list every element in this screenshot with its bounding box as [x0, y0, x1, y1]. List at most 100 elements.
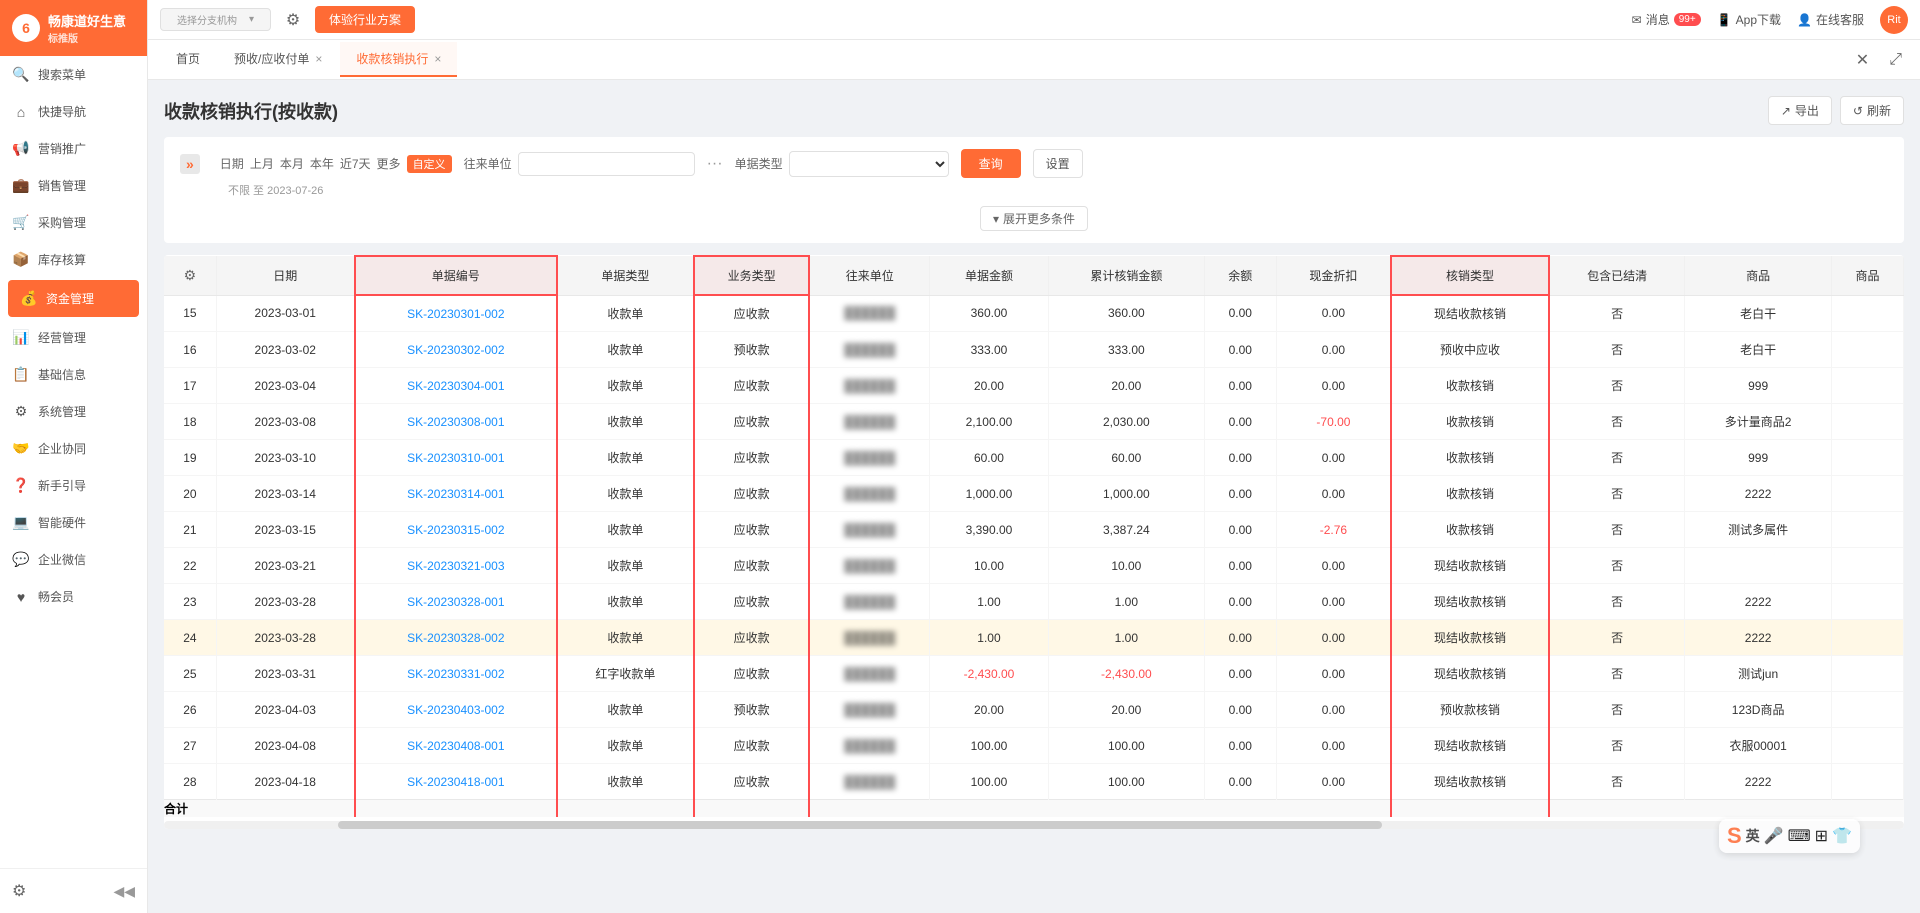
- app-download-btn[interactable]: 📱 App下载: [1717, 11, 1781, 28]
- user-avatar[interactable]: Rit: [1880, 6, 1908, 34]
- table-row[interactable]: 15 2023-03-01 SK-20230301-002 收款单 应收款 ██…: [164, 295, 1904, 332]
- cell-date: 2023-03-28: [216, 620, 354, 656]
- sidebar-label-sales: 销售管理: [38, 177, 86, 194]
- tab-writeoff[interactable]: 收款核销执行 ×: [340, 42, 457, 77]
- sidebar-item-finance[interactable]: 💰资金管理: [8, 280, 139, 317]
- table-row[interactable]: 18 2023-03-08 SK-20230308-001 收款单 应收款 ██…: [164, 404, 1904, 440]
- bill-no-link[interactable]: SK-20230328-002: [407, 631, 504, 645]
- filter-date-more[interactable]: 更多: [377, 155, 401, 172]
- tab-expand-icon[interactable]: ⤢: [1883, 49, 1908, 71]
- sidebar-item-system[interactable]: ⚙系统管理: [0, 393, 147, 430]
- expand-conditions-btn[interactable]: ▾ 展开更多条件: [980, 206, 1088, 231]
- sidebar-item-operations[interactable]: 📊经营管理: [0, 319, 147, 356]
- sidebar-item-purchase[interactable]: 🛒采购管理: [0, 204, 147, 241]
- tab-close-icon[interactable]: ✕: [1850, 48, 1875, 72]
- sidebar-item-search[interactable]: 🔍搜索菜单: [0, 56, 147, 93]
- sidebar-item-inventory[interactable]: 📦库存核算: [0, 241, 147, 278]
- filter-date-item: 日期 上月 本月 本年 近7天 更多 自定义: [220, 155, 452, 173]
- cell-biz-type: 应收款: [694, 476, 810, 512]
- filter-date-custom-btn[interactable]: 自定义: [407, 155, 452, 173]
- table-row[interactable]: 20 2023-03-14 SK-20230314-001 收款单 应收款 ██…: [164, 476, 1904, 512]
- table-row[interactable]: 28 2023-04-18 SK-20230418-001 收款单 应收款 ██…: [164, 764, 1904, 800]
- sidebar-item-wechat[interactable]: 💬企业微信: [0, 541, 147, 578]
- table-row[interactable]: 22 2023-03-21 SK-20230321-003 收款单 应收款 ██…: [164, 548, 1904, 584]
- cell-cash-discount: 0.00: [1276, 476, 1391, 512]
- collapse-icon[interactable]: ◀◀: [113, 883, 135, 900]
- sidebar-item-sales[interactable]: 💼销售管理: [0, 167, 147, 204]
- sidebar-item-marketing[interactable]: 📢营销推广: [0, 130, 147, 167]
- tab-writeoff-close[interactable]: ×: [434, 52, 441, 66]
- cell-cash-discount: 0.00: [1276, 295, 1391, 332]
- table-row[interactable]: 16 2023-03-02 SK-20230302-002 收款单 预收款 ██…: [164, 332, 1904, 368]
- bill-no-link[interactable]: SK-20230328-001: [407, 595, 504, 609]
- shirt-icon[interactable]: 👕: [1832, 826, 1852, 846]
- filter-date-this-month[interactable]: 本月: [280, 155, 304, 172]
- query-btn[interactable]: 查询: [961, 149, 1021, 178]
- scrollbar-thumb[interactable]: [338, 821, 1382, 829]
- export-btn[interactable]: ↗ 导出: [1768, 96, 1832, 125]
- filter-bill-type-select[interactable]: [789, 151, 949, 177]
- settings-icon[interactable]: ⚙: [279, 6, 307, 34]
- branch-selector[interactable]: 选择分支机构 ▾: [160, 8, 271, 31]
- sidebar-item-guide[interactable]: ❓新手引导: [0, 467, 147, 504]
- sidebar-item-basic-info[interactable]: 📋基础信息: [0, 356, 147, 393]
- scrollbar[interactable]: [164, 821, 1904, 829]
- bill-no-link[interactable]: SK-20230310-001: [407, 451, 504, 465]
- bill-no-link[interactable]: SK-20230301-002: [407, 307, 504, 321]
- tab-home[interactable]: 首页: [160, 42, 216, 77]
- industry-btn[interactable]: 体验行业方案: [315, 6, 415, 33]
- grid-icon[interactable]: ⊞: [1815, 826, 1828, 846]
- bill-no-link[interactable]: SK-20230321-003: [407, 559, 504, 573]
- sidebar-label-operations: 经营管理: [38, 329, 86, 346]
- table-row[interactable]: 19 2023-03-10 SK-20230310-001 收款单 应收款 ██…: [164, 440, 1904, 476]
- mic-icon[interactable]: 🎤: [1764, 826, 1784, 846]
- table-row[interactable]: 21 2023-03-15 SK-20230315-002 收款单 应收款 ██…: [164, 512, 1904, 548]
- table-row[interactable]: 17 2023-03-04 SK-20230304-001 收款单 应收款 ██…: [164, 368, 1904, 404]
- filter-settings-btn[interactable]: 设置: [1033, 149, 1083, 178]
- cell-bill-type: 收款单: [557, 368, 694, 404]
- filter-date-7days[interactable]: 近7天: [340, 155, 371, 172]
- bill-no-link[interactable]: SK-20230418-001: [407, 775, 504, 789]
- bill-no-link[interactable]: SK-20230302-002: [407, 343, 504, 357]
- cell-accum-amount: 20.00: [1048, 368, 1204, 404]
- tab-prepayment[interactable]: 预收/应收付单 ×: [218, 42, 338, 77]
- sidebar-item-smart-hw[interactable]: 💻智能硬件: [0, 504, 147, 541]
- sidebar-item-enterprise[interactable]: 🤝企业协同: [0, 430, 147, 467]
- footer-include: [1549, 800, 1685, 818]
- bill-no-link[interactable]: SK-20230304-001: [407, 379, 504, 393]
- table-row[interactable]: 24 2023-03-28 SK-20230328-002 收款单 应收款 ██…: [164, 620, 1904, 656]
- filter-partner-input[interactable]: [518, 152, 695, 176]
- cell-bill-type: 收款单: [557, 764, 694, 800]
- footer-goods1: [1685, 800, 1832, 818]
- cell-partner: ██████: [809, 692, 929, 728]
- table-row[interactable]: 23 2023-03-28 SK-20230328-001 收款单 应收款 ██…: [164, 584, 1904, 620]
- footer-balance: [1204, 800, 1276, 818]
- table-row[interactable]: 27 2023-04-08 SK-20230408-001 收款单 应收款 ██…: [164, 728, 1904, 764]
- filter-date-this-year[interactable]: 本年: [310, 155, 334, 172]
- bill-no-link[interactable]: SK-20230403-002: [407, 703, 504, 717]
- filter-date-last-month[interactable]: 上月: [250, 155, 274, 172]
- cell-partner: ██████: [809, 764, 929, 800]
- online-service-btn[interactable]: 👤 在线客服: [1797, 11, 1864, 28]
- tab-prepayment-close[interactable]: ×: [315, 52, 322, 66]
- table-row[interactable]: 26 2023-04-03 SK-20230403-002 收款单 预收款 ██…: [164, 692, 1904, 728]
- keyboard-icon[interactable]: ⌨: [1788, 826, 1811, 846]
- table-row[interactable]: 25 2023-03-31 SK-20230331-002 红字收款单 应收款 …: [164, 656, 1904, 692]
- bill-no-link[interactable]: SK-20230315-002: [407, 523, 504, 537]
- cell-goods2: [1831, 584, 1903, 620]
- settings-footer-icon[interactable]: ⚙: [12, 881, 26, 901]
- col-cash-discount: 现金折扣: [1276, 256, 1391, 295]
- online-service-label: 在线客服: [1816, 11, 1864, 28]
- col-settings[interactable]: ⚙: [164, 256, 216, 295]
- sidebar-item-member[interactable]: ♥畅会员: [0, 578, 147, 615]
- filter-partner-label: 往来单位: [464, 155, 512, 172]
- messages-btn[interactable]: ✉ 消息 99+: [1632, 11, 1701, 28]
- refresh-btn[interactable]: ↺ 刷新: [1840, 96, 1904, 125]
- cell-bill-no: SK-20230310-001: [355, 440, 557, 476]
- bill-no-link[interactable]: SK-20230331-002: [407, 667, 504, 681]
- bill-no-link[interactable]: SK-20230408-001: [407, 739, 504, 753]
- sidebar-item-quick-nav[interactable]: ⌂快捷导航: [0, 93, 147, 130]
- bill-no-link[interactable]: SK-20230308-001: [407, 415, 504, 429]
- filter-collapse-btn[interactable]: »: [180, 154, 200, 174]
- bill-no-link[interactable]: SK-20230314-001: [407, 487, 504, 501]
